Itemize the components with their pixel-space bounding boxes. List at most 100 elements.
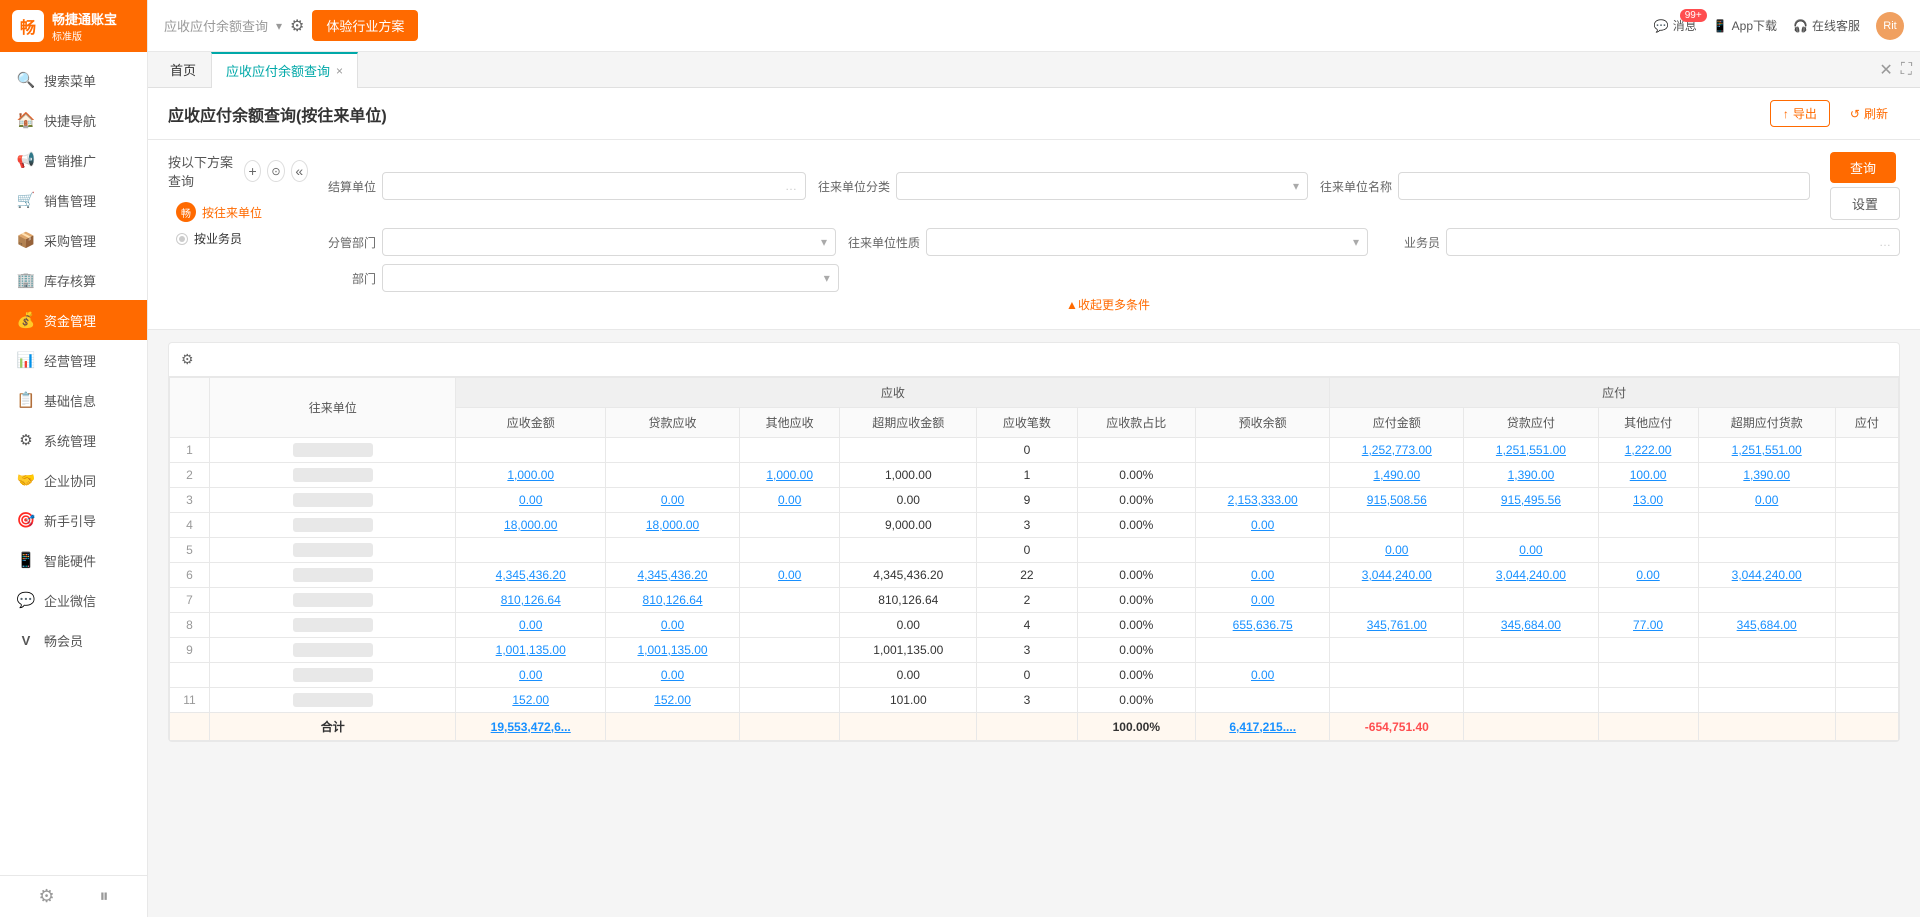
export-button[interactable]: ↑ 导出 bbox=[1770, 100, 1830, 127]
col-ap-amount: 应付金额 bbox=[1330, 408, 1464, 438]
dept-mgr-label: 分管部门 bbox=[316, 234, 376, 251]
scheme-partner-label: 按往来单位 bbox=[202, 204, 262, 221]
sidebar-item-wechat[interactable]: 💬 企业微信 bbox=[0, 580, 147, 620]
sidebar-item-guide-label: 新手引导 bbox=[44, 511, 96, 530]
app-label: App下载 bbox=[1732, 17, 1777, 34]
sidebar-item-wechat-label: 企业微信 bbox=[44, 591, 96, 610]
refresh-icon: ↺ bbox=[1850, 107, 1860, 121]
table-row: 9masked1,001,135.001,001,135.001,001,135… bbox=[170, 638, 1899, 663]
filter-dept-manager: 分管部门 ▾ bbox=[316, 228, 836, 256]
member-nav-icon: V bbox=[16, 630, 36, 650]
tab-ar-balance[interactable]: 应收应付余额查询 × bbox=[211, 52, 358, 88]
filter-fields: 结算单位 … 往来单位分类 ▾ bbox=[316, 152, 1900, 317]
sidebar-item-operation[interactable]: 📊 经营管理 bbox=[0, 340, 147, 380]
home-nav-icon: 🏠 bbox=[16, 110, 36, 130]
filter-partner-name: 往来单位名称 bbox=[1320, 172, 1810, 200]
header-left: 应收应付余额查询 ▾ ⚙ 体验行业方案 bbox=[164, 10, 418, 41]
scheme-salesperson-radio bbox=[176, 233, 188, 245]
sidebar-item-purchase-label: 采购管理 bbox=[44, 231, 96, 250]
query-button[interactable]: 查询 bbox=[1830, 152, 1896, 183]
purchase-nav-icon: 📦 bbox=[16, 230, 36, 250]
sidebar-item-finance[interactable]: 💰 资金管理 bbox=[0, 300, 147, 340]
col-ar-count: 应收笔数 bbox=[977, 408, 1077, 438]
tab-bar: 首页 应收应付余额查询 × ✕ ⛶ bbox=[148, 52, 1920, 88]
user-avatar[interactable]: Rit bbox=[1876, 12, 1904, 40]
collapse-sidebar-icon[interactable]: ⏸ bbox=[100, 886, 109, 907]
table-row: 2masked1,000.001,000.001,000.0010.00%1,4… bbox=[170, 463, 1899, 488]
collapse-icon: ▲ bbox=[1066, 298, 1078, 312]
total-ar-prepay[interactable]: 6,417,215.... bbox=[1196, 713, 1330, 741]
scheme-item-partner[interactable]: 畅 按往来单位 bbox=[168, 198, 308, 226]
solution-button[interactable]: 体验行业方案 bbox=[312, 10, 418, 41]
partner-cat-label: 往来单位分类 bbox=[818, 178, 890, 195]
sidebar-item-operation-label: 经营管理 bbox=[44, 351, 96, 370]
tab-home[interactable]: 首页 bbox=[156, 52, 211, 88]
settlement-label: 结算单位 bbox=[316, 178, 376, 195]
partner-cat-chevron-icon: ▾ bbox=[1293, 179, 1299, 193]
sidebar-item-enterprise[interactable]: 🤝 企业协同 bbox=[0, 460, 147, 500]
header-right: 💬 消息 99+ 📱 App下载 🎧 在线客服 Rit bbox=[1654, 12, 1904, 40]
col-ap-other: 其他应付 bbox=[1598, 408, 1698, 438]
total-ap-overdue bbox=[1698, 713, 1835, 741]
total-row: 合计 19,553,472,6... 100.00% 6,417,215....… bbox=[170, 713, 1899, 741]
filter-collapse-button[interactable]: « bbox=[291, 160, 308, 182]
chevron-down-icon[interactable]: ▾ bbox=[276, 19, 282, 33]
sidebar-item-marketing[interactable]: 📢 营销推广 bbox=[0, 140, 147, 180]
total-ar-count bbox=[977, 713, 1077, 741]
operation-nav-icon: 📊 bbox=[16, 350, 36, 370]
tab-ar-label: 应收应付余额查询 bbox=[226, 61, 330, 80]
sidebar-item-purchase[interactable]: 📦 采购管理 bbox=[0, 220, 147, 260]
settlement-dots-icon: … bbox=[785, 179, 797, 193]
total-label: 合计 bbox=[210, 713, 456, 741]
setting-button[interactable]: 设置 bbox=[1830, 187, 1900, 220]
sidebar-item-sales-label: 销售管理 bbox=[44, 191, 96, 210]
filter-edit-button[interactable]: ⊙ bbox=[267, 160, 284, 182]
sidebar-item-hardware[interactable]: 📱 智能硬件 bbox=[0, 540, 147, 580]
sidebar-item-inventory[interactable]: 🏢 库存核算 bbox=[0, 260, 147, 300]
filter-collapse-button[interactable]: ▲ 收起更多条件 bbox=[316, 292, 1900, 317]
sidebar-item-nav-label: 快捷导航 bbox=[44, 111, 96, 130]
finance-nav-icon: 💰 bbox=[16, 310, 36, 330]
sidebar-logo: 畅 畅捷通账宝 标准版 bbox=[0, 0, 147, 52]
partner-name-input[interactable] bbox=[1398, 172, 1810, 200]
app-download-button[interactable]: 📱 App下载 bbox=[1713, 17, 1777, 34]
logo-name: 畅捷通账宝 bbox=[52, 9, 117, 28]
header-breadcrumb: 应收应付余额查询 bbox=[164, 16, 268, 35]
message-icon: 💬 bbox=[1654, 19, 1669, 33]
table-row: 1masked01,252,773.001,251,551.001,222.00… bbox=[170, 438, 1899, 463]
filter-salesperson: 业务员 … bbox=[1380, 228, 1900, 256]
sidebar-item-guide[interactable]: 🎯 新手引导 bbox=[0, 500, 147, 540]
total-ap-other bbox=[1598, 713, 1698, 741]
gear-icon[interactable]: ⚙ bbox=[290, 16, 304, 36]
settings-bottom-icon[interactable]: ⚙ bbox=[38, 886, 54, 907]
total-ar-amount[interactable]: 19,553,472,6... bbox=[456, 713, 606, 741]
tab-close-icon[interactable]: × bbox=[336, 64, 343, 78]
col-ar-loan: 贷款应收 bbox=[605, 408, 739, 438]
sidebar-item-marketing-label: 营销推广 bbox=[44, 151, 96, 170]
filter-add-button[interactable]: + bbox=[244, 160, 261, 182]
sidebar-item-system[interactable]: ⚙ 系统管理 bbox=[0, 420, 147, 460]
sidebar-item-sales[interactable]: 🛒 销售管理 bbox=[0, 180, 147, 220]
total-ar-overdue bbox=[840, 713, 977, 741]
sidebar-item-search[interactable]: 🔍 搜索菜单 bbox=[0, 60, 147, 100]
message-button[interactable]: 💬 消息 99+ bbox=[1654, 17, 1697, 34]
table-row: 11masked152.00152.00101.0030.00% bbox=[170, 688, 1899, 713]
refresh-button[interactable]: ↺ 刷新 bbox=[1838, 100, 1900, 127]
col-ap-loan: 贷款应付 bbox=[1464, 408, 1598, 438]
user-initials: Rit bbox=[1883, 20, 1896, 32]
sidebar-item-nav[interactable]: 🏠 快捷导航 bbox=[0, 100, 147, 140]
tab-close-all-icon[interactable]: ✕ bbox=[1879, 60, 1892, 80]
scheme-panel: 按以下方案查询 + ⊙ « 畅 按往来单位 bbox=[168, 152, 308, 317]
top-header: 应收应付余额查询 ▾ ⚙ 体验行业方案 💬 消息 99+ 📱 App下载 🎧 在… bbox=[148, 0, 1920, 52]
scheme-item-salesperson[interactable]: 按业务员 bbox=[168, 226, 308, 251]
partner-nature-chevron-icon: ▾ bbox=[1353, 235, 1359, 249]
tab-expand-icon[interactable]: ⛶ bbox=[1901, 61, 1912, 79]
table-row: masked0.000.000.0000.00%0.00 bbox=[170, 663, 1899, 688]
system-nav-icon: ⚙ bbox=[16, 430, 36, 450]
sidebar-item-member[interactable]: V 畅会员 bbox=[0, 620, 147, 660]
sidebar-item-basic[interactable]: 📋 基础信息 bbox=[0, 380, 147, 420]
table-settings-icon[interactable]: ⚙ bbox=[181, 351, 194, 368]
service-button[interactable]: 🎧 在线客服 bbox=[1793, 17, 1860, 34]
total-ar-ratio: 100.00% bbox=[1077, 713, 1196, 741]
table-wrapper: ⚙ 往来单位 应收 应付 应收金额 贷款应收 其他应收 bbox=[148, 330, 1920, 917]
